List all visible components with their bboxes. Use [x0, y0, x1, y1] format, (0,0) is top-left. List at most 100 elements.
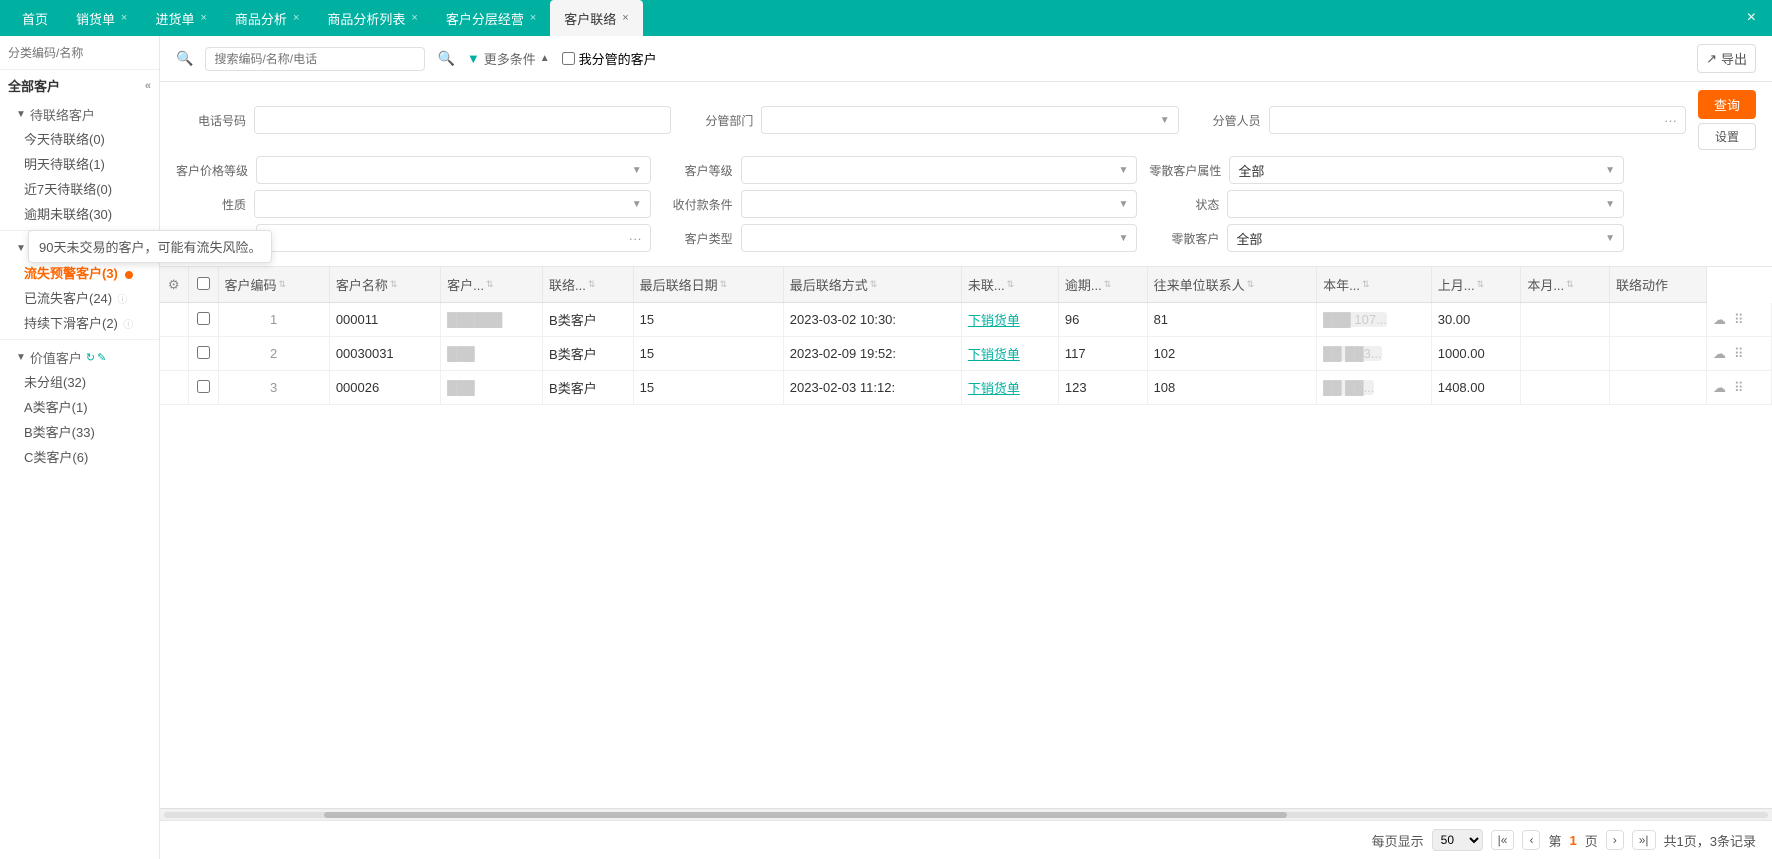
- sort-icon[interactable]: ⇅: [486, 279, 494, 290]
- more-icon[interactable]: ···: [629, 231, 642, 246]
- col-gear[interactable]: ⚙: [160, 267, 188, 303]
- tab-product-analysis-list[interactable]: 商品分析列表 ×: [313, 0, 431, 36]
- my-customers-checkbox-label[interactable]: 我分管的客户: [562, 49, 657, 68]
- sidebar-all-customers[interactable]: 全部客户 «: [0, 70, 159, 101]
- sort-icon[interactable]: ⇅: [1007, 279, 1015, 290]
- tab-customer-contact[interactable]: 客户联络 ×: [550, 0, 642, 36]
- zero-customer-select[interactable]: 全部 ▼: [1227, 224, 1624, 252]
- last-page-button[interactable]: »|: [1632, 830, 1656, 850]
- col-checkbox[interactable]: [188, 267, 218, 303]
- area-select[interactable]: ···: [256, 224, 651, 252]
- sort-icon[interactable]: ⇅: [870, 279, 878, 290]
- row-checkbox[interactable]: [197, 312, 210, 325]
- next-page-button[interactable]: ›: [1606, 830, 1624, 850]
- sidebar-item-week-pending[interactable]: 近7天待联络(0): [0, 176, 159, 201]
- contact-icon[interactable]: ☁: [1713, 312, 1726, 327]
- sidebar-item-class-b[interactable]: B类客户(33): [0, 419, 159, 444]
- edit-icon[interactable]: ✎: [97, 351, 106, 364]
- search-button-icon[interactable]: 🔍: [437, 50, 454, 67]
- sidebar-item-churned[interactable]: 已流失客户(24) ⓘ: [0, 285, 159, 310]
- contact-icon[interactable]: ☁: [1713, 380, 1726, 395]
- row-this-year: 1408.00: [1431, 371, 1521, 405]
- collapse-icon[interactable]: «: [145, 80, 151, 92]
- row-checkbox[interactable]: [197, 346, 210, 359]
- sort-icon[interactable]: ⇅: [1566, 279, 1574, 290]
- sort-icon[interactable]: ⇅: [1477, 279, 1485, 290]
- sort-icon[interactable]: ⇅: [1104, 279, 1112, 290]
- sort-icon[interactable]: ⇅: [720, 279, 728, 290]
- sidebar-item-churn-warning[interactable]: 流失预警客户(3): [0, 260, 159, 285]
- customer-level-select[interactable]: ▼: [741, 156, 1138, 184]
- close-icon[interactable]: ×: [530, 12, 536, 24]
- gear-icon[interactable]: ⚙: [168, 277, 180, 292]
- my-customers-checkbox[interactable]: [562, 52, 575, 65]
- chevron-down-icon: ▼: [632, 165, 642, 176]
- zero-attr-select[interactable]: 全部 ▼: [1229, 156, 1624, 184]
- export-button[interactable]: ↗ 导出: [1697, 44, 1756, 73]
- settings-button[interactable]: 设置: [1698, 123, 1756, 150]
- sidebar-item-declining[interactable]: 持续下滑客户(2) ⓘ: [0, 310, 159, 335]
- price-level-select[interactable]: ▼: [256, 156, 651, 184]
- sidebar-item-overdue-pending[interactable]: 逾期未联络(30): [0, 201, 159, 226]
- scrollbar-thumb[interactable]: [324, 812, 1286, 818]
- sidebar-item-class-c[interactable]: C类客户(6): [0, 444, 159, 469]
- phone-input[interactable]: [254, 106, 671, 134]
- sort-icon[interactable]: ⇅: [390, 279, 398, 290]
- filter-bar: 🔍 🔍 ▼ 更多条件 ▲ 我分管的客户 ↗ 导出: [160, 36, 1772, 82]
- more-action-icon[interactable]: ⠿: [1734, 312, 1744, 327]
- sidebar-group-value[interactable]: ▼ 价值客户 ↻ ✎: [0, 344, 159, 369]
- chevron-down-icon: ▼: [1605, 165, 1615, 176]
- more-icon[interactable]: ···: [1664, 113, 1677, 128]
- contact-icon[interactable]: ☁: [1713, 346, 1726, 361]
- payment-select[interactable]: ▼: [741, 190, 1138, 218]
- sidebar-item-today-pending[interactable]: 今天待联络(0): [0, 126, 159, 151]
- row-this-month: [1609, 371, 1706, 405]
- close-icon[interactable]: ×: [200, 12, 206, 24]
- sidebar-item-ungrouped[interactable]: 未分组(32): [0, 369, 159, 394]
- manager-select[interactable]: ···: [1269, 106, 1686, 134]
- close-icon[interactable]: ×: [411, 12, 417, 24]
- close-icon[interactable]: ×: [293, 12, 299, 24]
- sort-icon[interactable]: ⇅: [588, 279, 596, 290]
- row-checkbox[interactable]: [197, 380, 210, 393]
- sidebar-search-input[interactable]: [8, 46, 160, 60]
- col-action: 联络动作: [1609, 267, 1706, 303]
- tab-customer-tier[interactable]: 客户分层经营 ×: [432, 0, 550, 36]
- query-button[interactable]: 查询: [1698, 90, 1756, 119]
- close-icon[interactable]: ×: [121, 12, 127, 24]
- row-name: ██████: [441, 303, 543, 337]
- select-all-checkbox[interactable]: [197, 277, 210, 290]
- more-conditions-button[interactable]: ▼ 更多条件 ▲: [467, 49, 550, 68]
- status-select[interactable]: ▼: [1227, 190, 1624, 218]
- tab-purchase-order[interactable]: 进货单 ×: [141, 0, 220, 36]
- property-select[interactable]: ▼: [254, 190, 651, 218]
- sidebar-item-class-a[interactable]: A类客户(1): [0, 394, 159, 419]
- row-contact-person: ██ ██3...: [1317, 337, 1432, 371]
- sidebar-item-tomorrow-pending[interactable]: 明天待联络(1): [0, 151, 159, 176]
- row-overdue: 108: [1147, 371, 1317, 405]
- prev-page-button[interactable]: ‹: [1522, 830, 1540, 850]
- more-action-icon[interactable]: ⠿: [1734, 380, 1744, 395]
- tab-home[interactable]: 首页: [8, 0, 62, 36]
- filter-search-input[interactable]: [205, 47, 425, 71]
- row-last-month: [1521, 303, 1610, 337]
- sidebar-group-pending[interactable]: ▼ 待联络客户: [0, 101, 159, 126]
- per-page-select[interactable]: 50 100 200: [1432, 829, 1483, 851]
- sort-icon[interactable]: ⇅: [1362, 279, 1370, 290]
- first-page-button[interactable]: |«: [1491, 830, 1515, 850]
- sort-icon[interactable]: ⇅: [1247, 279, 1255, 290]
- tab-product-analysis[interactable]: 商品分析 ×: [221, 0, 313, 36]
- dept-select[interactable]: ▼: [761, 106, 1178, 134]
- more-action-icon[interactable]: ⠿: [1734, 346, 1744, 361]
- close-icon[interactable]: ×: [622, 12, 628, 24]
- sort-icon[interactable]: ⇅: [279, 279, 287, 290]
- tab-sales-order[interactable]: 销货单 ×: [62, 0, 141, 36]
- row-gear: [160, 337, 188, 371]
- window-close-button[interactable]: ×: [1739, 9, 1764, 27]
- chevron-down-icon: ▼: [1118, 199, 1128, 210]
- horizontal-scrollbar[interactable]: [160, 808, 1772, 820]
- row-num: 1: [218, 303, 329, 337]
- filter-zero-attr: 零散客户属性 全部 ▼: [1149, 156, 1624, 184]
- customer-type-select[interactable]: ▼: [741, 224, 1138, 252]
- refresh-icon[interactable]: ↻: [86, 351, 95, 364]
